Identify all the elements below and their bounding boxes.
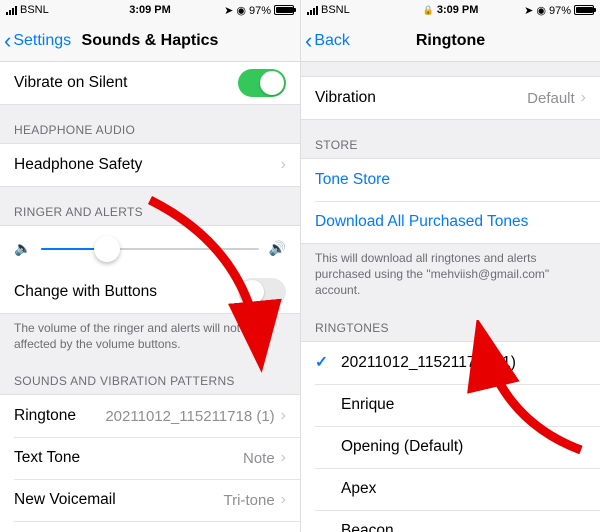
ringtone-option[interactable]: ✓ 20211012_115211718 (1) — [301, 342, 600, 384]
ringtone-label: Apex — [341, 480, 586, 498]
ringtone-screen: BSNL 🔒 3:09 PM ➤ ◉ 97% ‹ Back Ringtone V… — [300, 0, 600, 532]
row-label: Vibrate on Silent — [14, 74, 127, 92]
ringer-volume-slider-row: 🔈 🔊 — [0, 226, 300, 271]
battery-icon — [574, 5, 594, 15]
vibrate-on-silent-row[interactable]: Vibrate on Silent — [0, 62, 300, 104]
chevron-right-icon: › — [281, 156, 286, 174]
headphone-safety-row[interactable]: Headphone Safety › — [0, 144, 300, 186]
status-bar: BSNL 3:09 PM ➤ ◉ 97% — [0, 0, 300, 20]
carrier-label: BSNL — [20, 4, 49, 16]
back-label: Settings — [13, 32, 71, 50]
speaker-high-icon: 🔊 — [269, 240, 286, 257]
row-value: 20211012_115211718 (1) — [105, 408, 274, 425]
status-bar: BSNL 🔒 3:09 PM ➤ ◉ 97% — [301, 0, 600, 20]
row-label: Change with Buttons — [14, 283, 157, 301]
vibrate-silent-toggle[interactable] — [238, 69, 286, 97]
lock-icon: 🔒 — [423, 5, 434, 15]
patterns-header: SOUNDS AND VIBRATION PATTERNS — [0, 356, 300, 394]
ringtone-option[interactable]: Enrique — [301, 384, 600, 426]
chevron-right-icon: › — [281, 491, 286, 509]
ringtone-label: 20211012_115211718 (1) — [341, 354, 586, 372]
battery-icon — [274, 5, 294, 15]
ringtone-option[interactable]: Apex — [301, 468, 600, 510]
nav-bar: ‹ Back Ringtone — [301, 20, 600, 62]
row-label: Ringtone — [14, 407, 76, 425]
new-mail-row[interactable]: New Mail None› — [0, 521, 300, 532]
location-icon: ➤ — [224, 4, 233, 17]
headphone-audio-header: HEADPHONE AUDIO — [0, 105, 300, 143]
back-label: Back — [314, 32, 350, 50]
ringtone-label: Beacon — [341, 522, 586, 532]
vibration-row[interactable]: Vibration Default › — [301, 77, 600, 119]
back-button[interactable]: ‹ Settings — [0, 30, 71, 52]
battery-pct: ◉ 97% — [236, 4, 271, 17]
signal-icon — [6, 6, 17, 15]
change-buttons-toggle[interactable] — [238, 278, 286, 306]
row-value: Note — [243, 450, 275, 467]
row-value: Tri-tone — [224, 492, 275, 509]
status-time: 3:09 PM — [437, 4, 479, 16]
ringer-footer: The volume of the ringer and alerts will… — [0, 314, 300, 356]
chevron-right-icon: › — [281, 449, 286, 467]
speaker-low-icon: 🔈 — [14, 240, 31, 257]
checkmark-icon: ✓ — [315, 353, 331, 372]
store-footer: This will download all ringtones and ale… — [301, 244, 600, 303]
ringtone-label: Opening (Default) — [341, 438, 586, 456]
chevron-left-icon: ‹ — [305, 30, 312, 52]
ringtone-option[interactable]: Opening (Default) — [301, 426, 600, 468]
row-value: Default — [527, 90, 575, 107]
new-voicemail-row[interactable]: New Voicemail Tri-tone › — [0, 479, 300, 521]
download-purchased-link[interactable]: Download All Purchased Tones — [301, 201, 600, 243]
ringtone-row[interactable]: Ringtone 20211012_115211718 (1) › — [0, 395, 300, 437]
signal-icon — [307, 6, 318, 15]
back-button[interactable]: ‹ Back — [301, 30, 350, 52]
chevron-right-icon: › — [581, 89, 586, 107]
chevron-right-icon: › — [281, 407, 286, 425]
change-with-buttons-row[interactable]: Change with Buttons — [0, 271, 300, 313]
row-label: Text Tone — [14, 449, 80, 467]
ringtones-header: RINGTONES — [301, 303, 600, 341]
row-label: Headphone Safety — [14, 156, 142, 174]
ringtone-option[interactable]: Beacon — [301, 510, 600, 532]
store-header: STORE — [301, 120, 600, 158]
row-label: Download All Purchased Tones — [315, 213, 528, 231]
battery-pct: ◉ 97% — [536, 4, 571, 17]
row-label: New Voicemail — [14, 491, 116, 509]
ringer-alerts-header: RINGER AND ALERTS — [0, 187, 300, 225]
nav-bar: ‹ Settings Sounds & Haptics — [0, 20, 300, 62]
sounds-haptics-screen: BSNL 3:09 PM ➤ ◉ 97% ‹ Settings Sounds &… — [0, 0, 300, 532]
text-tone-row[interactable]: Text Tone Note › — [0, 437, 300, 479]
row-label: Vibration — [315, 89, 376, 107]
location-icon: ➤ — [524, 4, 533, 17]
ringtone-label: Enrique — [341, 396, 586, 414]
row-label: Tone Store — [315, 171, 390, 189]
chevron-left-icon: ‹ — [4, 30, 11, 52]
ringer-volume-slider[interactable] — [41, 248, 258, 250]
carrier-label: BSNL — [321, 4, 350, 16]
tone-store-link[interactable]: Tone Store — [301, 159, 600, 201]
